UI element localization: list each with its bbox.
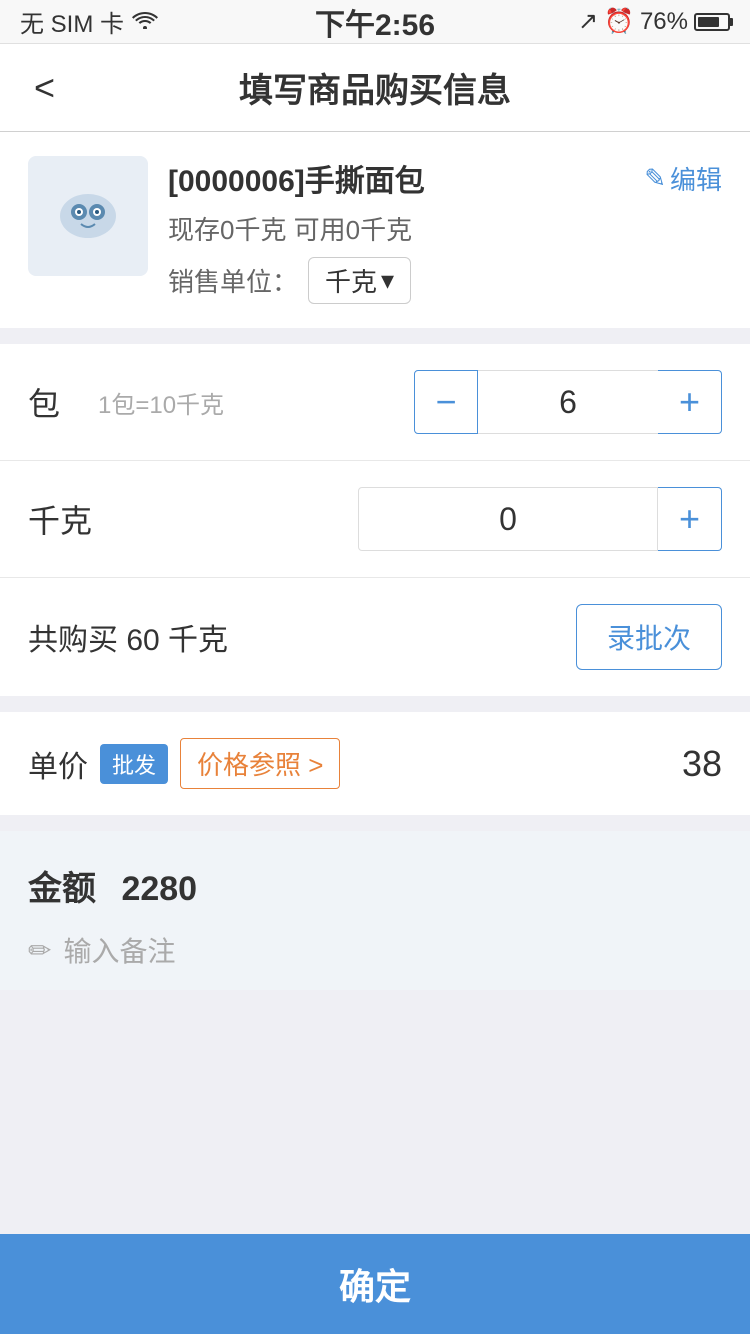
product-section: [0000006]手撕面包 现存0千克 可用0千克 销售单位： 千克 ▾ ✎ 编… bbox=[0, 132, 750, 328]
amount-label: 金额 bbox=[28, 870, 96, 908]
quantity-section: 包 1包=10千克 − + 千克 + 共购买 60 千克 录批次 bbox=[0, 344, 750, 696]
price-ref-button[interactable]: 价格参照 > bbox=[180, 738, 340, 789]
amount-row: 金额 2280 bbox=[28, 861, 722, 910]
price-section: 单价 批发 价格参照 > 38 bbox=[0, 712, 750, 815]
quantity-label-bao: 包 bbox=[28, 379, 88, 425]
quantity-input-bao[interactable] bbox=[478, 370, 658, 434]
quantity-controls-kg: + bbox=[358, 487, 722, 551]
unit-value: 千克 bbox=[325, 262, 377, 299]
amount-value: 2280 bbox=[121, 870, 197, 908]
decrement-button-bao[interactable]: − bbox=[414, 370, 478, 434]
status-right: ↗ ⏰ 76% bbox=[578, 7, 730, 36]
increment-button-bao[interactable]: + bbox=[658, 370, 722, 434]
page-title: 填写商品购买信息 bbox=[239, 63, 511, 112]
product-stock: 现存0千克 可用0千克 bbox=[168, 210, 722, 247]
carrier-label: 无 SIM 卡 bbox=[20, 4, 124, 39]
price-row: 单价 批发 价格参照 > 38 bbox=[0, 712, 750, 815]
edit-icon: ✎ bbox=[644, 163, 666, 194]
confirm-button[interactable]: 确定 bbox=[0, 1234, 750, 1334]
product-name: [0000006]手撕面包 bbox=[168, 156, 722, 200]
quantity-label-kg: 千克 bbox=[28, 496, 92, 542]
quantity-controls-bao: − + bbox=[414, 370, 722, 434]
location-icon: ↗ bbox=[578, 7, 598, 36]
quantity-hint-bao: 1包=10千克 bbox=[98, 385, 414, 420]
note-icon: ✏ bbox=[28, 934, 51, 967]
note-placeholder: 输入备注 bbox=[63, 930, 175, 970]
price-value: 38 bbox=[682, 743, 722, 785]
battery-fill bbox=[698, 17, 719, 27]
amount-section: 金额 2280 ✏ 输入备注 bbox=[0, 831, 750, 990]
edit-button[interactable]: ✎ 编辑 bbox=[644, 160, 722, 197]
quantity-row-kg: 千克 + bbox=[0, 461, 750, 577]
unit-badge[interactable]: 千克 ▾ bbox=[308, 257, 411, 304]
alarm-icon: ⏰ bbox=[604, 7, 634, 36]
product-image bbox=[28, 156, 148, 276]
total-section: 共购买 60 千克 录批次 bbox=[0, 577, 750, 696]
quantity-input-kg[interactable] bbox=[358, 487, 658, 551]
quantity-row-bao: 包 1包=10千克 − + bbox=[0, 344, 750, 461]
unit-label: 销售单位： bbox=[168, 262, 298, 299]
battery-bar bbox=[694, 13, 730, 31]
increment-button-kg[interactable]: + bbox=[658, 487, 722, 551]
status-left: 无 SIM 卡 bbox=[20, 4, 158, 39]
status-bar: 无 SIM 卡 下午2:56 ↗ ⏰ 76% bbox=[0, 0, 750, 44]
wifi-icon bbox=[132, 8, 158, 36]
price-label: 单价 bbox=[28, 742, 88, 786]
total-label: 共购买 60 千克 bbox=[28, 615, 228, 659]
nav-bar: < 填写商品购买信息 bbox=[0, 44, 750, 132]
price-ref-label: 价格参照 > bbox=[197, 745, 323, 782]
product-unit-row: 销售单位： 千克 ▾ bbox=[168, 257, 722, 304]
product-info: [0000006]手撕面包 现存0千克 可用0千克 销售单位： 千克 ▾ bbox=[168, 156, 722, 304]
batch-button[interactable]: 录批次 bbox=[576, 604, 722, 670]
status-time: 下午2:56 bbox=[315, 0, 435, 44]
edit-label: 编辑 bbox=[670, 160, 722, 197]
battery-percent: 76% bbox=[640, 8, 688, 36]
chevron-down-icon: ▾ bbox=[381, 265, 394, 296]
note-row[interactable]: ✏ 输入备注 bbox=[28, 930, 722, 970]
back-button[interactable]: < bbox=[24, 57, 65, 119]
price-type-tag: 批发 bbox=[100, 744, 168, 784]
